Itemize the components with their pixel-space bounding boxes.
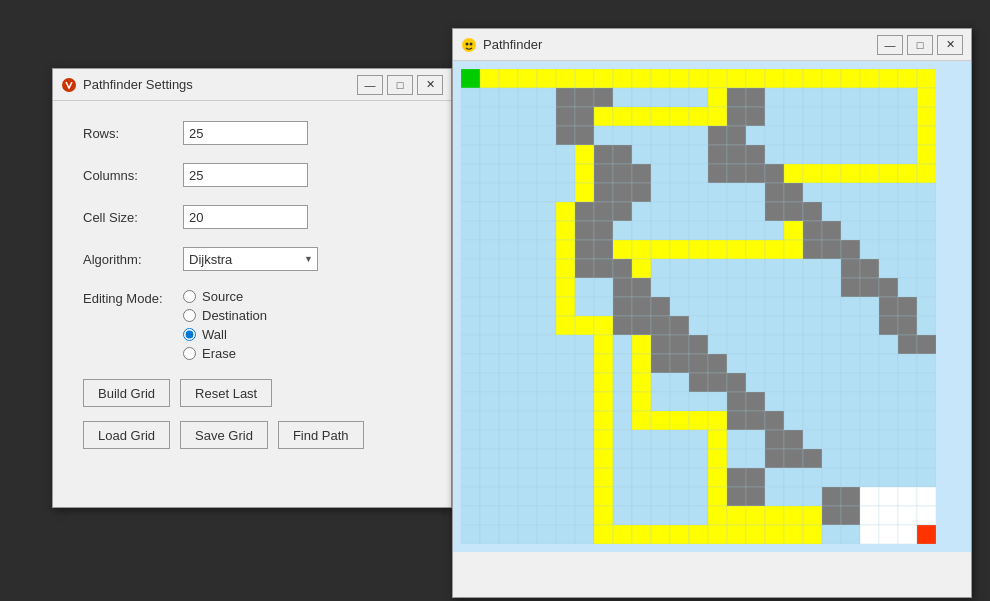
- algorithm-select[interactable]: Dijkstra A* BFS DFS: [183, 247, 318, 271]
- settings-title-bar: Pathfinder Settings — □ ✕: [53, 69, 451, 101]
- pathfinder-close-btn[interactable]: ✕: [937, 35, 963, 55]
- pathfinder-window-title: Pathfinder: [483, 37, 877, 52]
- radio-erase-item[interactable]: Erase: [183, 346, 267, 361]
- reset-last-btn[interactable]: Reset Last: [180, 379, 272, 407]
- settings-window-controls: — □ ✕: [357, 75, 443, 95]
- settings-window-icon: [61, 77, 77, 93]
- editing-mode-row: Editing Mode: Source Destination Wall Er…: [83, 289, 421, 361]
- radio-destination-label: Destination: [202, 308, 267, 323]
- radio-destination-item[interactable]: Destination: [183, 308, 267, 323]
- radio-source-input[interactable]: [183, 290, 196, 303]
- pathfinder-minimize-btn[interactable]: —: [877, 35, 903, 55]
- columns-row: Columns:: [83, 163, 421, 187]
- button-row-1: Build Grid Reset Last: [83, 379, 421, 407]
- save-grid-btn[interactable]: Save Grid: [180, 421, 268, 449]
- algorithm-select-wrapper: Dijkstra A* BFS DFS: [183, 247, 318, 271]
- svg-point-2: [466, 42, 469, 45]
- cell-size-input[interactable]: [183, 205, 308, 229]
- cell-size-label: Cell Size:: [83, 210, 183, 225]
- find-path-btn[interactable]: Find Path: [278, 421, 364, 449]
- settings-minimize-btn[interactable]: —: [357, 75, 383, 95]
- pathfinder-window: Pathfinder — □ ✕: [452, 28, 972, 598]
- radio-erase-label: Erase: [202, 346, 236, 361]
- radio-destination-input[interactable]: [183, 309, 196, 322]
- pathfinder-window-controls: — □ ✕: [877, 35, 963, 55]
- settings-window: Pathfinder Settings — □ ✕ Rows: Columns:…: [52, 68, 452, 508]
- columns-input[interactable]: [183, 163, 308, 187]
- radio-wall-item[interactable]: Wall: [183, 327, 267, 342]
- algorithm-row: Algorithm: Dijkstra A* BFS DFS: [83, 247, 421, 271]
- settings-window-title: Pathfinder Settings: [83, 77, 357, 92]
- load-grid-btn[interactable]: Load Grid: [83, 421, 170, 449]
- svg-point-3: [470, 42, 473, 45]
- settings-maximize-btn[interactable]: □: [387, 75, 413, 95]
- build-grid-btn[interactable]: Build Grid: [83, 379, 170, 407]
- svg-point-1: [462, 38, 476, 52]
- pathfinder-maximize-btn[interactable]: □: [907, 35, 933, 55]
- radio-source-label: Source: [202, 289, 243, 304]
- radio-source-item[interactable]: Source: [183, 289, 267, 304]
- rows-row: Rows:: [83, 121, 421, 145]
- pathfinder-grid[interactable]: [461, 69, 936, 544]
- cell-size-row: Cell Size:: [83, 205, 421, 229]
- algorithm-label: Algorithm:: [83, 252, 183, 267]
- grid-area[interactable]: [453, 61, 971, 552]
- radio-group: Source Destination Wall Erase: [183, 289, 267, 361]
- radio-wall-label: Wall: [202, 327, 227, 342]
- svg-point-0: [62, 78, 76, 92]
- pathfinder-title-bar: Pathfinder — □ ✕: [453, 29, 971, 61]
- rows-label: Rows:: [83, 126, 183, 141]
- button-row-2: Load Grid Save Grid Find Path: [83, 421, 421, 449]
- settings-close-btn[interactable]: ✕: [417, 75, 443, 95]
- radio-wall-input[interactable]: [183, 328, 196, 341]
- editing-mode-label: Editing Mode:: [83, 289, 183, 306]
- pathfinder-window-icon: [461, 37, 477, 53]
- radio-erase-input[interactable]: [183, 347, 196, 360]
- rows-input[interactable]: [183, 121, 308, 145]
- columns-label: Columns:: [83, 168, 183, 183]
- settings-body: Rows: Columns: Cell Size: Algorithm: Dij…: [53, 101, 451, 469]
